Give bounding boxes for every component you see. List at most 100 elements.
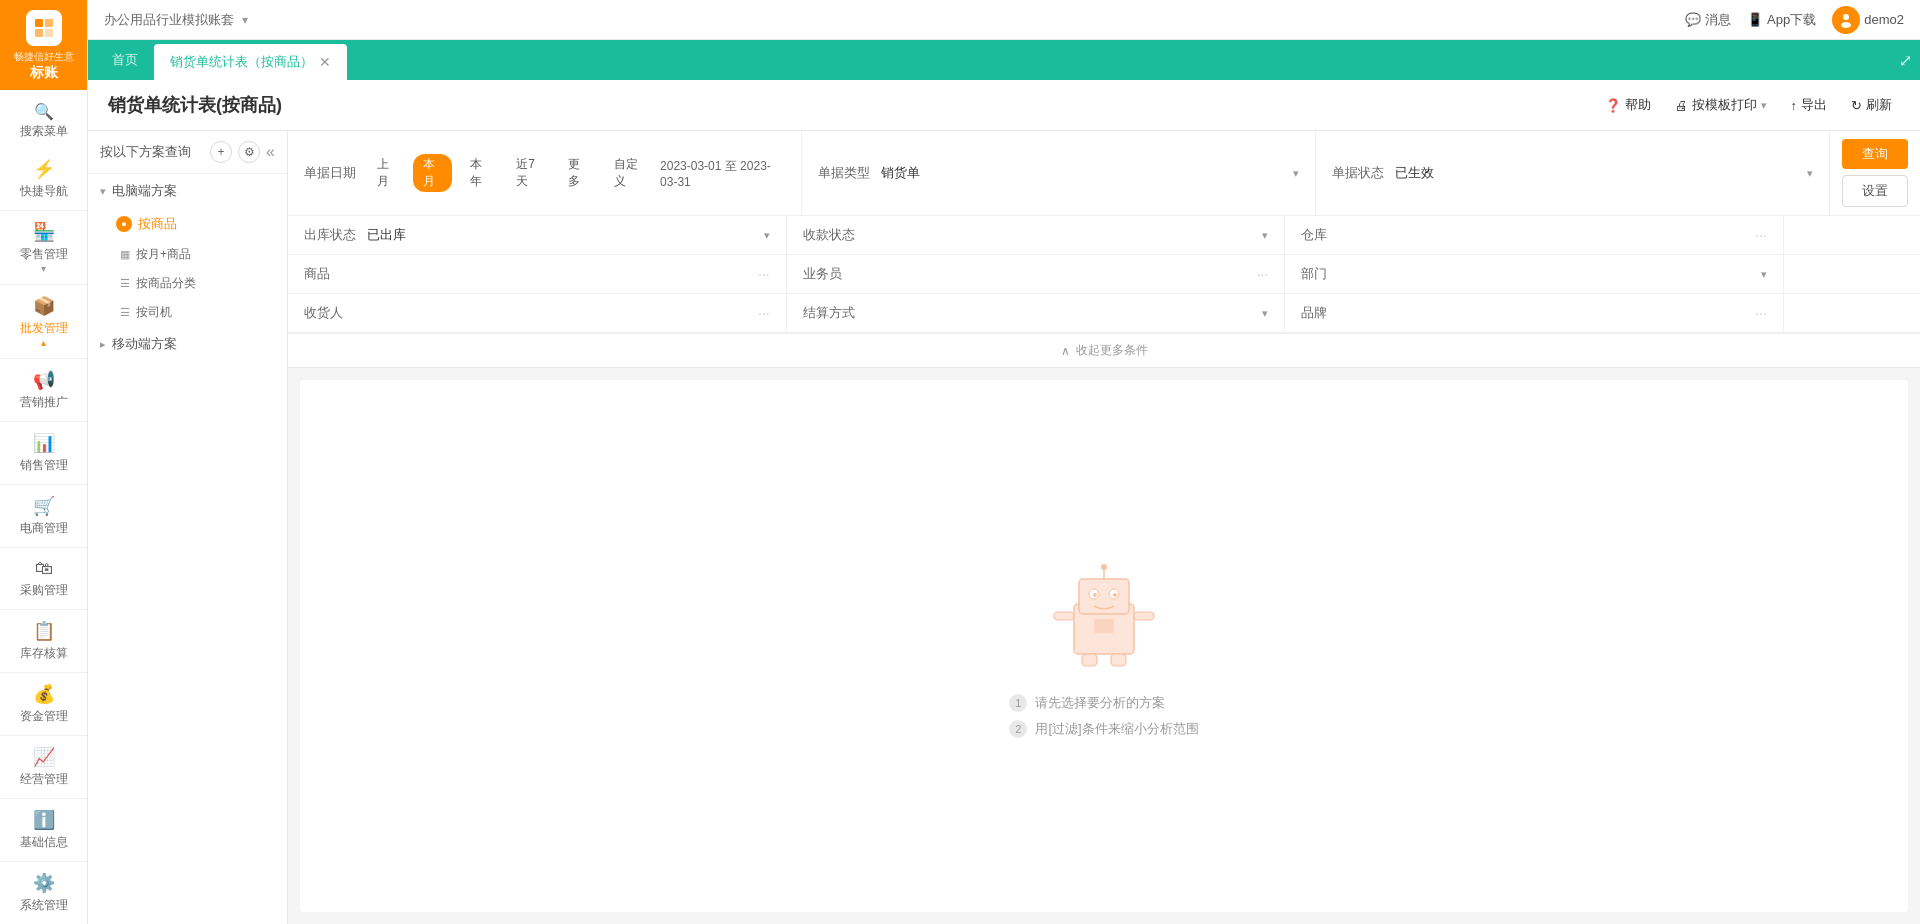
app-subtitle: 畅捷信好生意 <box>14 50 74 64</box>
data-panel: 单据日期 上月 本月 本年 近7天 更多 自定义 2023-03-01 至 20… <box>288 131 1920 924</box>
tab-close-btn[interactable]: ✕ <box>319 54 331 70</box>
collapse-btn[interactable]: ∧ 收起更多条件 <box>288 333 1920 367</box>
tab-home[interactable]: 首页 <box>96 40 154 80</box>
scheme-item-by-product[interactable]: ● 按商品 <box>88 208 287 240</box>
scheme-group-pc-header[interactable]: ▾ 电脑端方案 <box>88 174 287 208</box>
receiver-dots[interactable]: ··· <box>758 305 770 321</box>
date-tab-custom[interactable]: 自定义 <box>604 154 652 192</box>
refresh-btn[interactable]: ↻ 刷新 <box>1843 92 1900 118</box>
help-icon: ❓ <box>1605 98 1621 113</box>
settlement-chevron: ▾ <box>1262 307 1268 320</box>
sidebar: 畅捷信好生意 标账 🔍 搜索菜单 ⚡ 快捷导航 🏪 零售管理 ▾ 📦 批发管理 … <box>0 0 88 924</box>
brand-select[interactable]: ··· <box>1364 305 1767 321</box>
sidebar-item-quick-nav[interactable]: ⚡ 快捷导航 <box>0 148 87 211</box>
tabbar-expand-btn[interactable]: ⤢ <box>1899 51 1912 70</box>
query-btn[interactable]: 查询 <box>1842 139 1908 169</box>
receiver-select[interactable]: ··· <box>367 305 770 321</box>
sub-item-list-icon-1: ☰ <box>120 277 130 290</box>
date-tab-more[interactable]: 更多 <box>558 154 596 192</box>
sales-icon: 📊 <box>33 432 55 454</box>
settlement-select[interactable]: ▾ <box>866 307 1269 320</box>
help-btn[interactable]: ❓ 帮助 <box>1597 92 1659 118</box>
tab-sales-stats[interactable]: 销货单统计表（按商品） ✕ <box>154 44 347 80</box>
stock-out-value: 已出库 <box>367 226 760 244</box>
goods-select[interactable]: ··· <box>367 266 770 282</box>
scheme-collapse-btn[interactable]: « <box>266 143 275 161</box>
date-range-display: 2023-03-01 至 2023-03-31 <box>660 158 785 189</box>
goods-dots[interactable]: ··· <box>758 266 770 282</box>
workspace-name[interactable]: 办公用品行业模拟账套 <box>104 11 234 29</box>
settings-btn[interactable]: 设置 <box>1842 175 1908 207</box>
user-area[interactable]: demo2 <box>1832 6 1904 34</box>
by-product-icon: ● <box>116 216 132 232</box>
receiver-label: 收货人 <box>304 304 359 322</box>
settlement-label: 结算方式 <box>803 304 858 322</box>
wholesale-arrow: ▴ <box>41 337 46 348</box>
sidebar-item-ecommerce[interactable]: 🛒 电商管理 <box>0 485 87 548</box>
scheme-sub-item-month-product[interactable]: ▦ 按月+商品 <box>88 240 287 269</box>
sales-label: 销售管理 <box>20 457 68 474</box>
brand-dots[interactable]: ··· <box>1755 305 1767 321</box>
bill-type-select[interactable]: 销货单 ▾ <box>881 164 1299 182</box>
export-btn[interactable]: ↑ 导出 <box>1783 92 1836 118</box>
app-download-btn[interactable]: 📱 App下载 <box>1747 11 1816 29</box>
purchase-label: 采购管理 <box>20 582 68 599</box>
date-tab-last-month[interactable]: 上月 <box>367 154 405 192</box>
staff-select[interactable]: ··· <box>866 266 1269 282</box>
payment-cell: 收款状态 ▾ <box>787 216 1286 254</box>
sidebar-item-purchase[interactable]: 🛍 采购管理 <box>0 548 87 610</box>
inventory-label: 库存核算 <box>20 645 68 662</box>
finance-label: 资金管理 <box>20 708 68 725</box>
payment-select[interactable]: ▾ <box>866 229 1269 242</box>
goods-cell: 商品 ··· <box>288 255 787 293</box>
warehouse-dots[interactable]: ··· <box>1755 227 1767 243</box>
staff-dots[interactable]: ··· <box>1257 266 1269 282</box>
by-product-label: 按商品 <box>138 215 177 233</box>
logo-icon <box>26 10 62 46</box>
bill-type-cell: 单据类型 销货单 ▾ <box>802 131 1316 215</box>
sidebar-item-sales[interactable]: 📊 销售管理 <box>0 422 87 485</box>
warehouse-select[interactable]: ··· <box>1364 227 1767 243</box>
sidebar-item-marketing[interactable]: 📢 营销推广 <box>0 359 87 422</box>
tip-num-2: 2 <box>1009 720 1027 738</box>
sidebar-item-system[interactable]: ⚙️ 系统管理 <box>0 862 87 924</box>
bill-status-select[interactable]: 已生效 ▾ <box>1395 164 1813 182</box>
svg-rect-3 <box>45 29 53 37</box>
sidebar-item-finance[interactable]: 💰 资金管理 <box>0 673 87 736</box>
empty-tips: 1 请先选择要分析的方案 2 用[过滤]条件来缩小分析范围 <box>1009 694 1198 738</box>
sidebar-item-retail[interactable]: 🏪 零售管理 ▾ <box>0 211 87 285</box>
logo-area[interactable]: 畅捷信好生意 标账 <box>0 0 87 90</box>
finance-icon: 💰 <box>33 683 55 705</box>
sidebar-item-basic-info[interactable]: ℹ️ 基础信息 <box>0 799 87 862</box>
template-print-btn[interactable]: 🖨 按模板打印 ▾ <box>1667 92 1775 118</box>
topbar-left: 办公用品行业模拟账套 ▾ <box>104 11 248 29</box>
workspace-dropdown-icon[interactable]: ▾ <box>242 13 248 27</box>
bill-type-value: 销货单 <box>881 164 1289 182</box>
stock-out-select[interactable]: 已出库 ▾ <box>367 226 770 244</box>
scheme-sub-item-driver[interactable]: ☰ 按司机 <box>88 298 287 327</box>
staff-label: 业务员 <box>803 265 858 283</box>
topbar: 办公用品行业模拟账套 ▾ 💬 消息 📱 App下载 demo2 <box>88 0 1920 40</box>
search-menu-item[interactable]: 🔍 搜索菜单 <box>0 90 87 148</box>
avatar <box>1832 6 1860 34</box>
scheme-sub-item-category[interactable]: ☰ 按商品分类 <box>88 269 287 298</box>
tab-sales-stats-label: 销货单统计表（按商品） <box>170 53 313 71</box>
scheme-add-btn[interactable]: + <box>210 141 232 163</box>
row4-spacer <box>1784 294 1920 332</box>
row3-spacer <box>1784 255 1920 293</box>
date-tab-this-year[interactable]: 本年 <box>460 154 498 192</box>
scheme-settings-btn[interactable]: ⚙ <box>238 141 260 163</box>
scheme-group-mobile-header[interactable]: ▸ 移动端方案 <box>88 327 287 361</box>
date-tab-7days[interactable]: 近7天 <box>506 154 550 192</box>
bill-status-cell: 单据状态 已生效 ▾ <box>1316 131 1830 215</box>
dept-select[interactable]: ▾ <box>1364 268 1767 281</box>
collapse-chevron-icon: ∧ <box>1061 344 1070 358</box>
sidebar-item-wholesale[interactable]: 📦 批发管理 ▴ <box>0 285 87 359</box>
sidebar-item-operations[interactable]: 📈 经营管理 <box>0 736 87 799</box>
message-btn[interactable]: 💬 消息 <box>1685 11 1731 29</box>
brand-label: 品牌 <box>1301 304 1356 322</box>
brand-cell: 品牌 ··· <box>1285 294 1784 332</box>
svg-point-5 <box>1841 22 1851 28</box>
sidebar-item-inventory[interactable]: 📋 库存核算 <box>0 610 87 673</box>
date-tab-this-month[interactable]: 本月 <box>413 154 451 192</box>
